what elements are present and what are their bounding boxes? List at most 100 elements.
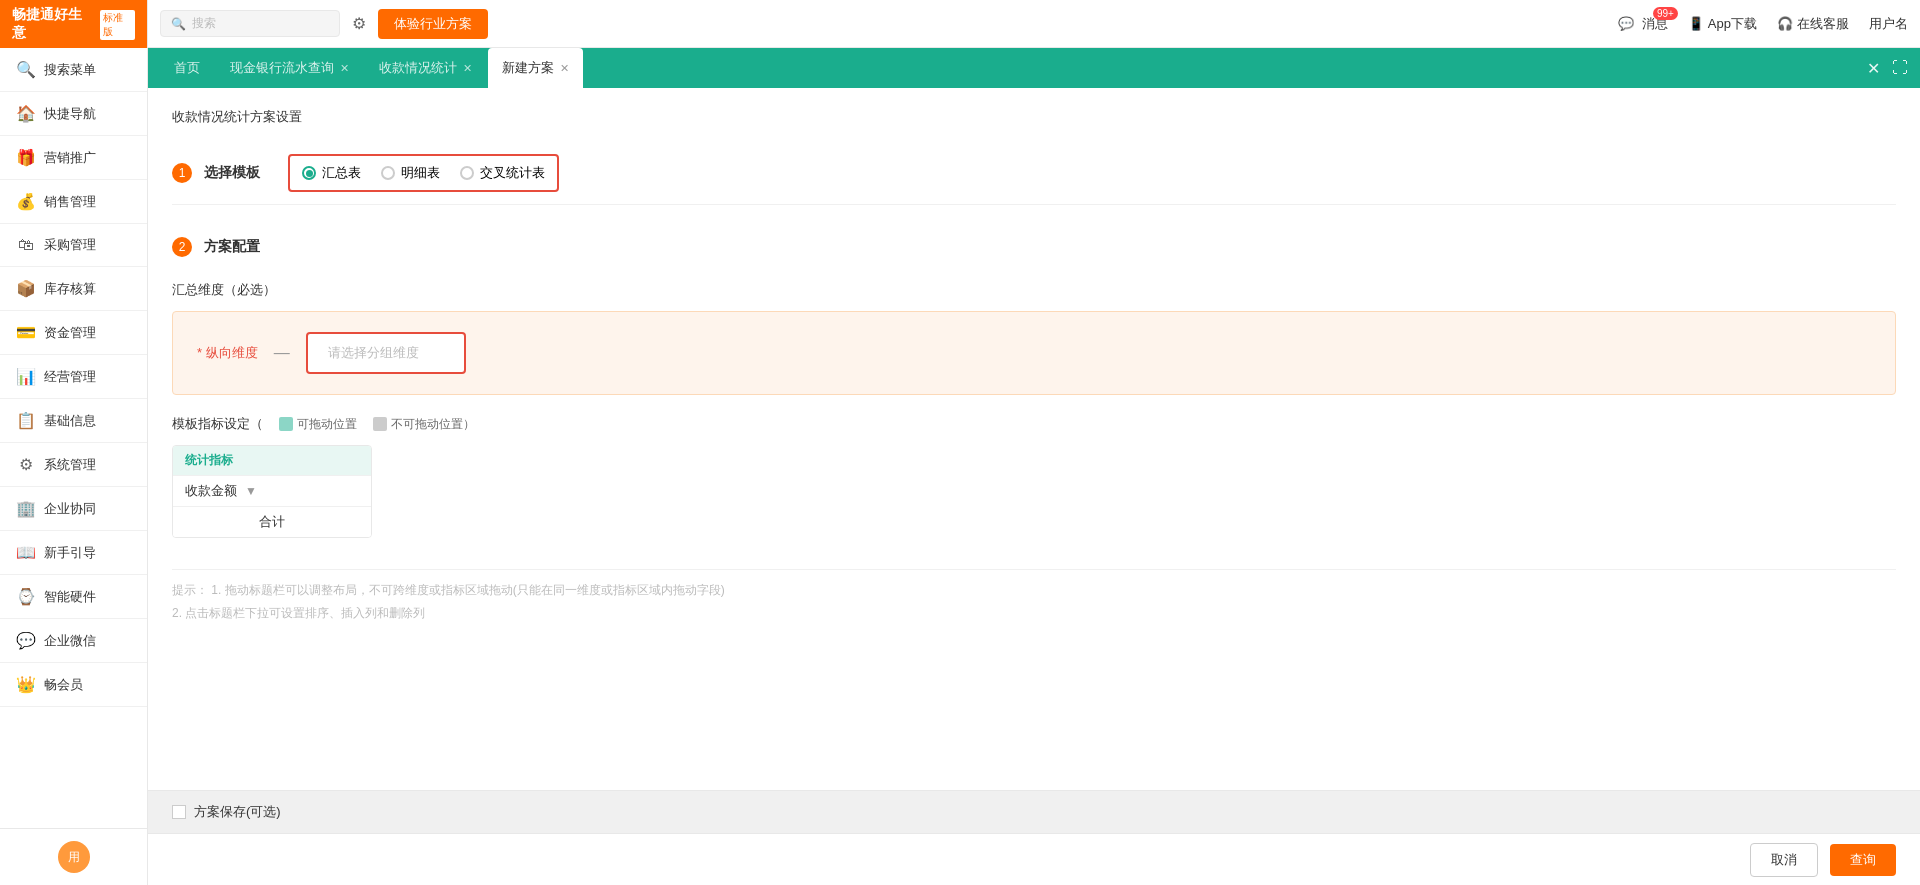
sidebar-item-inventory[interactable]: 📦 库存核算: [0, 267, 147, 311]
tab-new-plan[interactable]: 新建方案 ✕: [488, 48, 583, 88]
sidebar-item-search-menu[interactable]: 🔍 搜索菜单: [0, 48, 147, 92]
hint-line-1: 提示： 1. 拖动标题栏可以调整布局，不可跨维度或指标区域拖动(只能在同一维度或…: [172, 582, 1896, 599]
search-icon: 🔍: [171, 17, 186, 31]
topbar-right: 💬 99+ 消息 📱 App下载 🎧 在线客服 用户名: [1618, 15, 1908, 33]
sidebar-logo: 畅捷通好生意 标准版: [0, 0, 147, 48]
sidebar-item-base-info[interactable]: 📋 基础信息: [0, 399, 147, 443]
radio-cross[interactable]: 交叉统计表: [460, 164, 545, 182]
tab-receipt-stat-label: 收款情况统计: [379, 59, 457, 77]
main-area: 🔍 搜索 ⚙ 体验行业方案 💬 99+ 消息 📱 App下载 🎧 在线客服 用户…: [148, 0, 1920, 885]
metrics-item-dropdown[interactable]: ▼: [245, 484, 257, 498]
non-draggable-color: [373, 417, 387, 431]
member-icon: 👑: [16, 675, 36, 694]
save-label: 方案保存(可选): [194, 803, 281, 821]
radio-detail[interactable]: 明细表: [381, 164, 440, 182]
sidebar-item-label: 基础信息: [44, 412, 96, 430]
query-button[interactable]: 查询: [1830, 844, 1896, 876]
sidebar-item-label: 销售管理: [44, 193, 96, 211]
metrics-item-name: 收款金额: [185, 482, 237, 500]
sidebar-item-purchase[interactable]: 🛍 采购管理: [0, 224, 147, 267]
tab-home[interactable]: 首页: [160, 48, 214, 88]
radio-summary-dot: [302, 166, 316, 180]
save-checkbox[interactable]: [172, 805, 186, 819]
tab-bank-flow-close[interactable]: ✕: [340, 62, 349, 75]
industry-btn[interactable]: 体验行业方案: [378, 9, 488, 39]
sidebar-item-newbie[interactable]: 📖 新手引导: [0, 531, 147, 575]
search-bar[interactable]: 🔍 搜索: [160, 10, 340, 37]
topbar: 🔍 搜索 ⚙ 体验行业方案 💬 99+ 消息 📱 App下载 🎧 在线客服 用户…: [148, 0, 1920, 48]
non-draggable-label: 不可拖动位置）: [391, 416, 475, 433]
sidebar-item-operation[interactable]: 📊 经营管理: [0, 355, 147, 399]
sidebar-item-sales[interactable]: 💰 销售管理: [0, 180, 147, 224]
finance-icon: 💳: [16, 323, 36, 342]
sidebar-item-label: 资金管理: [44, 324, 96, 342]
metrics-category-header: 统计指标: [173, 446, 371, 475]
sidebar-item-wechat[interactable]: 💬 企业微信: [0, 619, 147, 663]
tabbar: 首页 现金银行流水查询 ✕ 收款情况统计 ✕ 新建方案 ✕ ✕ ⛶: [148, 48, 1920, 88]
sidebar-item-label: 经营管理: [44, 368, 96, 386]
tab-new-plan-label: 新建方案: [502, 59, 554, 77]
sidebar-item-smart-hw[interactable]: ⌚ 智能硬件: [0, 575, 147, 619]
metrics-section: 模板指标设定（ 可拖动位置 不可拖动位置） 统计指标 收: [172, 415, 1896, 553]
sidebar-item-label: 搜索菜单: [44, 61, 96, 79]
close-window-icon[interactable]: ✕: [1867, 59, 1880, 78]
service-link[interactable]: 🎧 在线客服: [1777, 15, 1849, 33]
operation-icon: 📊: [16, 367, 36, 386]
tab-receipt-stat-close[interactable]: ✕: [463, 62, 472, 75]
step2-label: 方案配置: [204, 238, 260, 256]
sidebar-bottom: 用: [0, 828, 147, 885]
message-badge: 99+: [1653, 7, 1678, 20]
purchase-icon: 🛍: [16, 236, 36, 254]
radio-summary[interactable]: 汇总表: [302, 164, 361, 182]
logo-badge: 标准版: [100, 10, 135, 40]
settings-icon[interactable]: ⚙: [352, 14, 366, 33]
avatar[interactable]: 用: [58, 841, 90, 873]
breadcrumb: 收款情况统计方案设置: [172, 108, 1896, 126]
draggable-color: [279, 417, 293, 431]
tab-home-label: 首页: [174, 59, 200, 77]
sidebar-item-enterprise[interactable]: 🏢 企业协同: [0, 487, 147, 531]
app-download-link[interactable]: 📱 App下载: [1688, 15, 1757, 33]
sidebar-item-label: 企业协同: [44, 500, 96, 518]
inventory-icon: 📦: [16, 279, 36, 298]
system-icon: ⚙: [16, 455, 36, 474]
metrics-title: 模板指标设定（: [172, 415, 263, 433]
sidebar-item-system[interactable]: ⚙ 系统管理: [0, 443, 147, 487]
dimension-placeholder: 请选择分组维度: [328, 345, 419, 360]
tab-receipt-stat[interactable]: 收款情况统计 ✕: [365, 48, 486, 88]
sidebar-item-member[interactable]: 👑 畅会员: [0, 663, 147, 707]
message-wrap[interactable]: 💬 99+ 消息: [1618, 15, 1668, 33]
sales-icon: 💰: [16, 192, 36, 211]
tab-new-plan-close[interactable]: ✕: [560, 62, 569, 75]
download-icon: 📱: [1688, 16, 1704, 31]
maximize-icon[interactable]: ⛶: [1892, 59, 1908, 77]
sidebar-item-label: 智能硬件: [44, 588, 96, 606]
non-draggable-badge: 不可拖动位置）: [373, 416, 475, 433]
sidebar-item-label: 库存核算: [44, 280, 96, 298]
radio-cross-dot: [460, 166, 474, 180]
sidebar-item-label: 营销推广: [44, 149, 96, 167]
wechat-icon: 💬: [16, 631, 36, 650]
sidebar-item-quick-nav[interactable]: 🏠 快捷导航: [0, 92, 147, 136]
dimension-section-title: 汇总维度（必选）: [172, 281, 1896, 299]
hint-line-2: 2. 点击标题栏下拉可设置排序、插入列和删除列: [172, 605, 1896, 622]
step1-num: 1: [172, 163, 192, 183]
base-info-icon: 📋: [16, 411, 36, 430]
logo-text: 畅捷通好生意: [12, 6, 92, 42]
sidebar-item-marketing[interactable]: 🎁 营销推广: [0, 136, 147, 180]
user-name[interactable]: 用户名: [1869, 15, 1908, 33]
sidebar-item-finance[interactable]: 💳 资金管理: [0, 311, 147, 355]
step1-row: 1 选择模板 汇总表 明细表 交叉统计表: [172, 142, 1896, 205]
tab-bank-flow[interactable]: 现金银行流水查询 ✕: [216, 48, 363, 88]
metrics-sum-row: 合计: [173, 506, 371, 537]
template-radio-group: 汇总表 明细表 交叉统计表: [288, 154, 559, 192]
home-icon: 🏠: [16, 104, 36, 123]
dimension-select[interactable]: 请选择分组维度: [306, 332, 466, 374]
cancel-button[interactable]: 取消: [1750, 843, 1818, 877]
metrics-item-row: 收款金额 ▼: [173, 475, 371, 506]
message-icon: 💬: [1618, 16, 1634, 31]
tab-bank-flow-label: 现金银行流水查询: [230, 59, 334, 77]
tabbar-right: ✕ ⛶: [1867, 59, 1908, 78]
radio-detail-dot: [381, 166, 395, 180]
draggable-label: 可拖动位置: [297, 416, 357, 433]
